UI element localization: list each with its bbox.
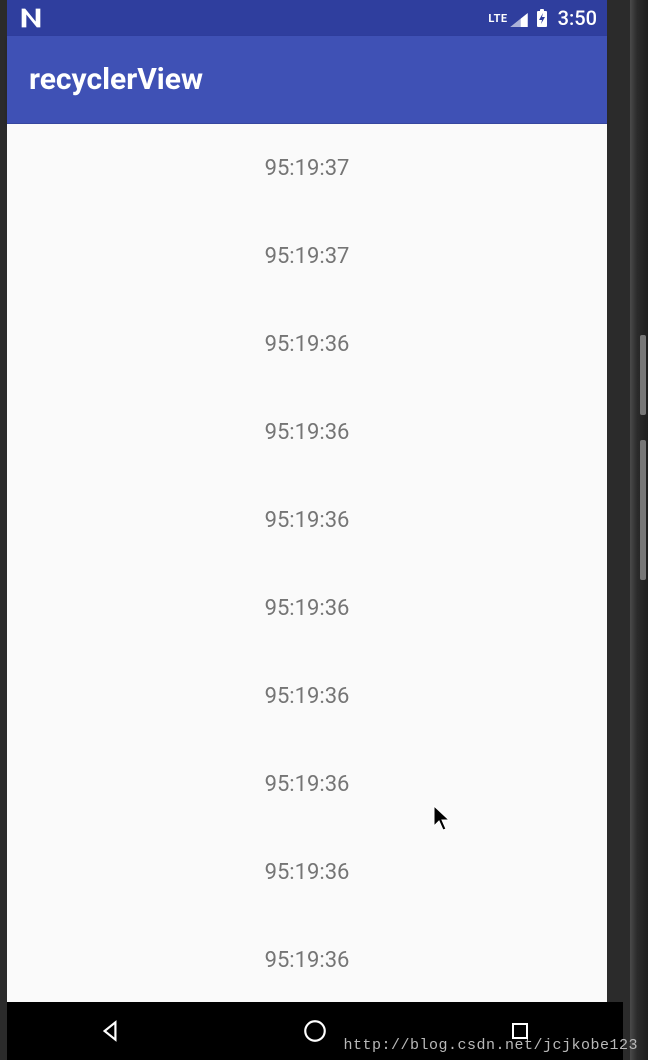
list-item[interactable]: 95:19:36 [7, 388, 607, 476]
list-item[interactable]: 95:19:36 [7, 564, 607, 652]
app-title: recyclerView [29, 62, 203, 97]
screen: LTE 3:50 recyclerView 95:19:37 95:19:37 … [7, 0, 607, 1002]
timer-label: 95:19:36 [265, 948, 350, 973]
list-item[interactable]: 95:19:36 [7, 740, 607, 828]
list-item[interactable]: 95:19:36 [7, 916, 607, 1002]
list-item[interactable]: 95:19:37 [7, 124, 607, 212]
power-button [640, 440, 646, 580]
list-item[interactable]: 95:19:37 [7, 212, 607, 300]
list-container: 95:19:37 95:19:37 95:19:36 95:19:36 95:1… [7, 124, 607, 1002]
list-item[interactable]: 95:19:36 [7, 300, 607, 388]
nav-recent-button[interactable] [506, 1017, 534, 1045]
android-n-logo-icon [17, 4, 45, 32]
device-frame: LTE 3:50 recyclerView 95:19:37 95:19:37 … [0, 0, 648, 1060]
timer-label: 95:19:36 [265, 508, 350, 533]
recycler-view[interactable]: 95:19:37 95:19:37 95:19:36 95:19:36 95:1… [7, 124, 607, 1002]
nav-home-button[interactable] [301, 1017, 329, 1045]
status-clock: 3:50 [558, 6, 597, 30]
navigation-bar [7, 1002, 623, 1060]
nav-back-button[interactable] [96, 1017, 124, 1045]
status-bar: LTE 3:50 [7, 0, 607, 36]
battery-charging-icon [536, 9, 548, 27]
timer-label: 95:19:36 [265, 684, 350, 709]
timer-label: 95:19:36 [265, 860, 350, 885]
list-item[interactable]: 95:19:36 [7, 652, 607, 740]
timer-label: 95:19:37 [265, 156, 350, 181]
timer-label: 95:19:36 [265, 332, 350, 357]
list-item[interactable]: 95:19:36 [7, 828, 607, 916]
device-side-rail [630, 0, 648, 1060]
timer-label: 95:19:36 [265, 772, 350, 797]
network-lte-label: LTE [488, 12, 507, 25]
timer-label: 95:19:36 [265, 420, 350, 445]
list-item[interactable]: 95:19:36 [7, 476, 607, 564]
app-bar: recyclerView [7, 36, 607, 124]
signal-icon [510, 11, 528, 25]
volume-button [640, 335, 646, 415]
timer-label: 95:19:37 [265, 244, 350, 269]
timer-label: 95:19:36 [265, 596, 350, 621]
